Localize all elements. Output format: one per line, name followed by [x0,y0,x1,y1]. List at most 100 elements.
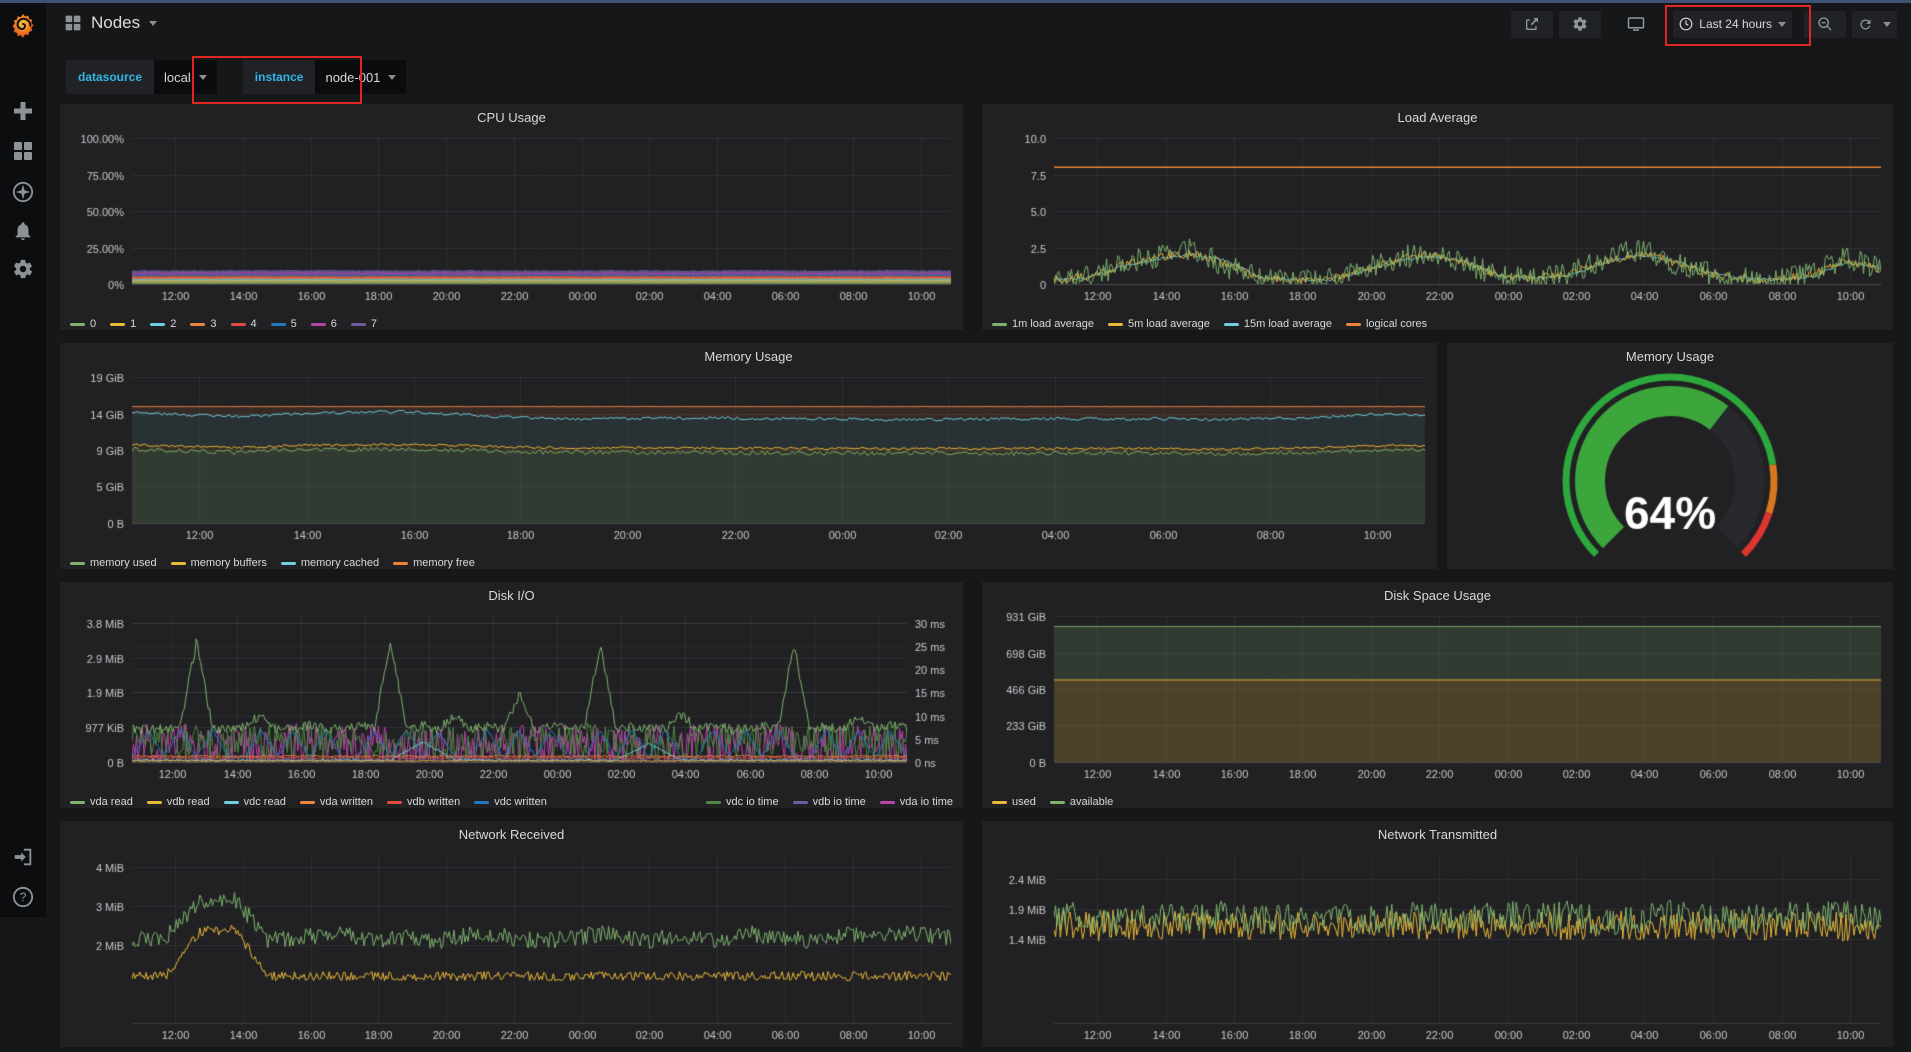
legend-item-3[interactable]: 3 [190,318,217,330]
refresh-interval-caret-icon[interactable] [1883,21,1891,27]
tv-icon [1628,17,1645,31]
explore-compass-icon[interactable] [7,176,39,208]
legend-swatch [70,561,85,565]
create-plus-icon[interactable] [7,95,39,127]
panel-title[interactable]: Memory Usage [60,343,1437,369]
chart-canvas[interactable] [982,847,1893,1047]
legend-item-memory-used[interactable]: memory used [70,557,157,569]
gauge-canvas [1447,369,1893,569]
cycle-view-button[interactable] [1615,11,1657,38]
chart-canvas[interactable] [982,608,1893,786]
legend-item-2[interactable]: 2 [150,318,176,330]
legend-item-5[interactable]: 5 [270,318,297,330]
chart-canvas[interactable] [60,369,1437,547]
legend-item-memory-buffers[interactable]: memory buffers [170,557,267,569]
legend-swatch [270,322,286,326]
dashboards-grid-icon[interactable] [7,135,39,167]
alerting-bell-icon[interactable] [7,215,39,247]
panel-legend: 0 1 2 3 4 5 6 7 [60,313,963,335]
panel-legend: vda read vdb read vdc read vda written vdb w… [60,791,963,813]
panel-disk-io: Disk I/O vda read vdb read vdc read vda wri… [60,582,963,808]
legend-swatch [170,561,186,565]
legend-item-vdc-read[interactable]: vdc read [223,796,286,808]
legend-swatch [1107,322,1123,326]
zoom-out-icon [1818,17,1832,31]
legend-swatch [223,800,239,804]
panel-title[interactable]: Network Received [60,821,963,847]
legend-swatch [393,561,409,565]
legend-item-vdb-read[interactable]: vdb read [146,796,210,808]
legend-swatch [230,322,246,326]
panel-disk-space-usage: Disk Space Usage used available [982,582,1893,808]
legend-item-vdb-written[interactable]: vdb written [387,796,460,808]
grafana-logo[interactable] [7,10,39,42]
chart-canvas[interactable] [60,608,963,786]
refresh-icon [1860,18,1871,29]
legend-swatch [299,800,315,804]
chart-canvas[interactable] [60,847,963,1047]
svg-text:?: ? [20,890,27,904]
panel-title[interactable]: Disk I/O [60,582,963,608]
panel-network-received: Network Received [60,821,963,1047]
configuration-gear-icon[interactable] [7,253,39,285]
legend-item-6[interactable]: 6 [310,318,337,330]
refresh-button[interactable] [1852,10,1897,38]
dashboard-title: Nodes [91,13,141,32]
legend-item-1m-load-average[interactable]: 1m load average [992,318,1094,330]
panel-title[interactable]: Disk Space Usage [982,582,1893,608]
legend-item-used[interactable]: used [992,796,1036,808]
legend-item-logical-cores[interactable]: logical cores [1345,318,1427,330]
legend-item-vda-io-time[interactable]: vda io time [879,796,953,808]
panel-title[interactable]: Network Transmitted [982,821,1893,847]
legend-item-memory-free[interactable]: memory free [393,557,475,569]
legend-item-vda-written[interactable]: vda written [299,796,373,808]
chart-canvas[interactable] [60,130,963,308]
legend-item-5m-load-average[interactable]: 5m load average [1107,318,1210,330]
dashboard-settings-button[interactable] [1559,10,1602,38]
variable-datasource-label: datasource [66,60,155,94]
panel-legend: memory used memory buffers memory cached me… [60,552,1437,574]
legend-swatch [879,800,895,804]
legend-item-1[interactable]: 1 [110,318,136,330]
share-icon [1526,18,1539,30]
legend-swatch [350,322,366,326]
legend-item-memory-cached[interactable]: memory cached [280,557,379,569]
panel-memory-usage: Memory Usage memory used memory buffers me… [60,343,1437,569]
legend-item-4[interactable]: 4 [230,318,257,330]
dashboard-grid-icon [65,15,81,31]
panel-memory-usage-gauge: Memory Usage [1447,343,1893,569]
legend-swatch [70,800,85,804]
legend-swatch [310,322,326,326]
legend-swatch [110,322,126,326]
legend-swatch [387,800,403,804]
legend-item-vdc-written[interactable]: vdc written [474,796,547,808]
legend-swatch [146,800,162,804]
panel-network-transmitted: Network Transmitted [982,821,1893,1047]
dashboard-nav[interactable]: Nodes [64,13,158,33]
panel-title[interactable]: Load Average [982,104,1893,130]
sidebar: ? [0,3,46,917]
help-icon[interactable]: ? [7,881,39,913]
legend-swatch [70,322,85,326]
legend-item-0[interactable]: 0 [70,318,96,330]
legend-item-15m-load-average[interactable]: 15m load average [1223,318,1332,330]
panel-title[interactable]: Memory Usage [1447,343,1893,369]
legend-item-vda-read[interactable]: vda read [70,796,133,808]
legend-item-7[interactable]: 7 [350,318,377,330]
panel-legend: 1m load average 5m load average 15m load a… [982,313,1893,335]
annotation-box-time-picker [1665,5,1811,46]
legend-swatch [150,322,166,326]
panel-title[interactable]: CPU Usage [60,104,963,130]
legend-swatch [1345,322,1361,326]
gear-icon [1573,17,1587,31]
legend-item-vdc-io-time[interactable]: vdc io time [706,796,779,808]
sign-in-icon[interactable] [7,841,39,873]
chart-canvas[interactable] [982,130,1893,308]
legend-swatch [792,800,808,804]
panel-load-average: Load Average 1m load average 5m load aver… [982,104,1893,330]
legend-item-vdb-io-time[interactable]: vdb io time [792,796,866,808]
share-button[interactable] [1511,10,1554,38]
legend-item-available[interactable]: available [1049,796,1113,808]
variable-caret-icon [388,74,397,80]
legend-swatch [992,322,1007,326]
